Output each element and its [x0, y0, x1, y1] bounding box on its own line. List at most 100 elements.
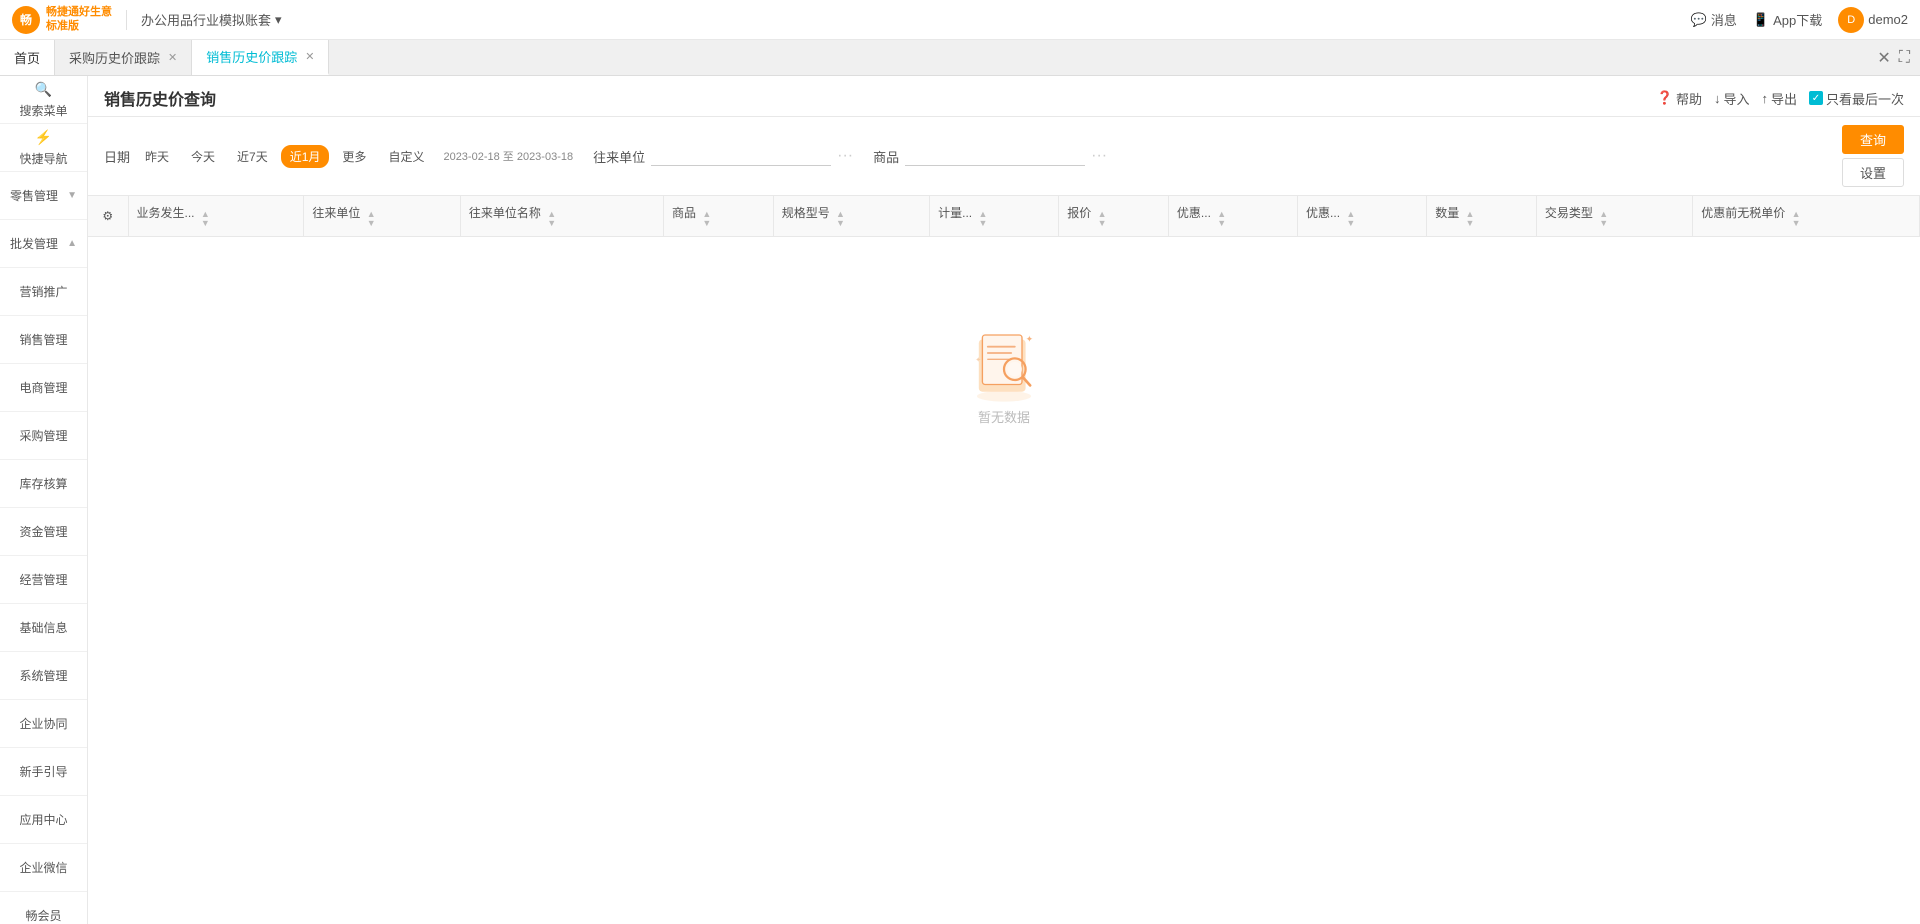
sidebar-item-new-guide[interactable]: 新手引导: [0, 748, 87, 796]
top-bar-right: 💬 消息 📱 App下载 D demo2: [1691, 7, 1908, 33]
settings-button[interactable]: 设置: [1842, 158, 1904, 187]
th-partner-code[interactable]: 往来单位 ▲▼: [304, 196, 460, 237]
sidebar-label-enterprise-wechat: 企业微信: [19, 859, 67, 876]
sidebar-item-enterprise-coop[interactable]: 企业协同: [0, 700, 87, 748]
sidebar-item-quick-nav[interactable]: ⚡ 快捷导航: [0, 124, 87, 172]
message-btn[interactable]: 💬 消息: [1691, 10, 1737, 29]
sidebar-item-operation[interactable]: 经营管理: [0, 556, 87, 604]
svg-text:✦: ✦: [975, 355, 981, 364]
empty-illustration: ✦ ✦: [959, 317, 1049, 407]
th-settings[interactable]: ⚙: [88, 196, 128, 237]
tab-purchase-history[interactable]: 采购历史价跟踪 ✕: [55, 40, 192, 75]
sort-icon-quote: ▲▼: [1098, 210, 1107, 228]
th-partner-name-label: 往来单位名称: [469, 206, 541, 220]
sidebar-item-finance[interactable]: 资金管理: [0, 508, 87, 556]
sidebar-item-marketing[interactable]: 营销推广: [0, 268, 87, 316]
th-partner-code-label: 往来单位: [312, 206, 360, 220]
sidebar-label-app-center: 应用中心: [19, 811, 67, 828]
sidebar-item-wholesale-mgmt[interactable]: 批发管理 ▲: [0, 220, 87, 268]
th-unit-label: 计量...: [938, 206, 972, 220]
date-btn-custom[interactable]: 自定义: [379, 145, 433, 168]
page-header-actions: ❓ 帮助 ↓ 导入 ↑ 导出 只看最后一次: [1657, 89, 1904, 108]
partner-filter-group: 往来单位 ···: [593, 146, 853, 166]
help-btn[interactable]: ❓ 帮助: [1657, 89, 1702, 108]
sidebar-item-inventory[interactable]: 库存核算: [0, 460, 87, 508]
sidebar-item-purchase-mgmt[interactable]: 采购管理: [0, 412, 87, 460]
sidebar-item-member[interactable]: 畅会员: [0, 892, 87, 924]
data-table: ⚙ 业务发生... ▲▼ 往来单位 ▲▼ 往来单位名称 ▲▼: [88, 196, 1920, 237]
tab-home[interactable]: 首页: [0, 40, 55, 75]
sidebar-label-ecommerce: 电商管理: [19, 379, 67, 396]
th-partner-name[interactable]: 往来单位名称 ▲▼: [460, 196, 663, 237]
sidebar-item-app-center[interactable]: 应用中心: [0, 796, 87, 844]
goods-input[interactable]: [905, 146, 1085, 166]
sidebar-label-sales-mgmt: 销售管理: [19, 331, 67, 348]
th-spec-label: 规格型号: [782, 206, 830, 220]
th-trade-type[interactable]: 交易类型 ▲▼: [1536, 196, 1692, 237]
export-btn[interactable]: ↑ 导出: [1761, 89, 1797, 108]
tab-close-all-btn[interactable]: ✕: [1877, 48, 1890, 68]
message-label: 消息: [1711, 10, 1737, 29]
import-btn[interactable]: ↓ 导入: [1714, 89, 1750, 108]
sidebar-item-search-menu[interactable]: 🔍 搜索菜单: [0, 76, 87, 124]
sidebar-label-marketing: 营销推广: [19, 283, 67, 300]
query-button[interactable]: 查询: [1842, 125, 1904, 154]
date-buttons: 昨天 今天 近7天 近1月 更多 自定义: [136, 145, 433, 168]
sidebar-item-enterprise-wechat[interactable]: 企业微信: [0, 844, 87, 892]
th-unit[interactable]: 计量... ▲▼: [930, 196, 1059, 237]
workspace-selector[interactable]: 办公用品行业模拟账套 ▾: [141, 10, 282, 29]
th-biz-date[interactable]: 业务发生... ▲▼: [128, 196, 304, 237]
th-qty-label: 数量: [1435, 206, 1459, 220]
th-discount1-label: 优惠...: [1177, 206, 1211, 220]
user-profile-btn[interactable]: D demo2: [1838, 7, 1908, 33]
th-discount2[interactable]: 优惠... ▲▼: [1298, 196, 1427, 237]
only-last-checkbox-group[interactable]: 只看最后一次: [1809, 89, 1904, 108]
sort-icon-pre-tax-price: ▲▼: [1792, 210, 1801, 228]
date-btn-today[interactable]: 今天: [182, 145, 224, 168]
th-quote[interactable]: 报价 ▲▼: [1059, 196, 1169, 237]
sidebar-label-inventory: 库存核算: [19, 475, 67, 492]
app-download-btn[interactable]: 📱 App下载: [1753, 10, 1822, 29]
partner-dots[interactable]: ···: [837, 147, 853, 165]
tab-expand-btn[interactable]: ⛶: [1899, 49, 1910, 67]
sidebar-item-ecommerce[interactable]: 电商管理: [0, 364, 87, 412]
tab-sales-close[interactable]: ✕: [305, 50, 314, 63]
sidebar-item-system-mgmt[interactable]: 系统管理: [0, 652, 87, 700]
th-biz-date-label: 业务发生...: [137, 206, 195, 220]
th-pre-tax-price[interactable]: 优惠前无税单价 ▲▼: [1693, 196, 1920, 237]
sidebar-label-system-mgmt: 系统管理: [19, 667, 67, 684]
only-last-checkbox[interactable]: [1809, 91, 1823, 105]
sort-icon-trade-type: ▲▼: [1599, 210, 1608, 228]
th-spec[interactable]: 规格型号 ▲▼: [773, 196, 929, 237]
partner-input[interactable]: [651, 146, 831, 166]
th-quote-label: 报价: [1067, 206, 1091, 220]
message-icon: 💬: [1691, 12, 1707, 28]
sort-icon-qty: ▲▼: [1466, 210, 1475, 228]
tab-sales-history[interactable]: 销售历史价跟踪 ✕: [192, 40, 329, 75]
sidebar-item-sales-mgmt[interactable]: 销售管理: [0, 316, 87, 364]
sidebar-label-operation: 经营管理: [19, 571, 67, 588]
page-title: 销售历史价查询: [104, 86, 216, 110]
goods-dots[interactable]: ···: [1091, 147, 1107, 165]
sidebar-label-basic-info: 基础信息: [19, 619, 67, 636]
search-icon: 🔍: [35, 81, 52, 98]
sidebar-label-member: 畅会员: [25, 907, 61, 924]
date-range-display: 2023-02-18 至 2023-03-18: [443, 148, 573, 164]
date-btn-more[interactable]: 更多: [333, 145, 375, 168]
date-btn-1month[interactable]: 近1月: [281, 145, 330, 168]
sidebar-item-basic-info[interactable]: 基础信息: [0, 604, 87, 652]
date-btn-yesterday[interactable]: 昨天: [136, 145, 178, 168]
th-goods[interactable]: 商品 ▲▼: [664, 196, 774, 237]
logo-text: 畅捷通好生意 标准版: [46, 6, 112, 32]
sidebar-item-retail-mgmt[interactable]: 零售管理 ▼: [0, 172, 87, 220]
export-icon: ↑: [1761, 91, 1768, 106]
lightning-icon: ⚡: [35, 129, 52, 146]
date-btn-7days[interactable]: 近7天: [228, 145, 277, 168]
th-discount2-label: 优惠...: [1306, 206, 1340, 220]
page-header: 销售历史价查询 ❓ 帮助 ↓ 导入 ↑ 导出 只看最后一次: [88, 76, 1920, 117]
th-discount1[interactable]: 优惠... ▲▼: [1168, 196, 1297, 237]
sort-icon-goods: ▲▼: [702, 210, 711, 228]
logo-area: 畅 畅捷通好生意 标准版: [12, 6, 112, 34]
tab-purchase-close[interactable]: ✕: [168, 51, 177, 64]
th-qty[interactable]: 数量 ▲▼: [1427, 196, 1537, 237]
